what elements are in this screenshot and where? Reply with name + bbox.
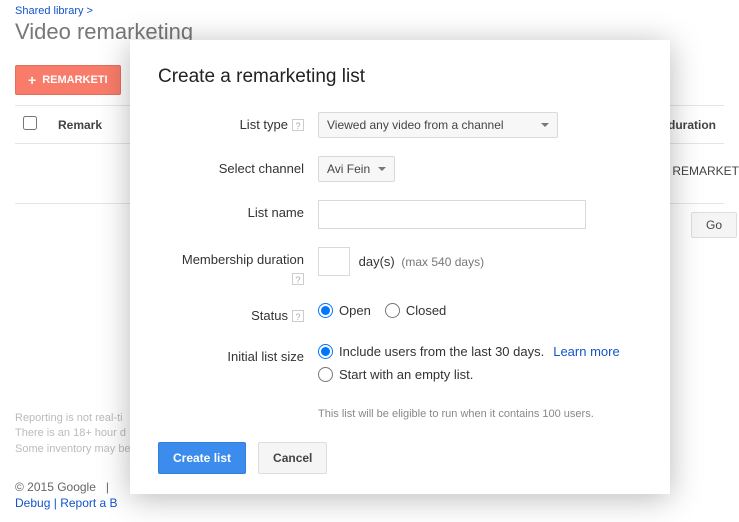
chevron-down-icon	[541, 123, 549, 127]
footer-disclaimer: Reporting is not real-ti There is an 18+…	[15, 411, 131, 457]
help-icon[interactable]: ?	[292, 273, 304, 285]
breadcrumb-link[interactable]: Shared library	[15, 5, 83, 17]
column-remarketing: Remark	[58, 118, 102, 132]
initial-empty-option[interactable]: Start with an empty list.	[318, 367, 642, 382]
modal-actions: Create list Cancel	[130, 442, 670, 474]
initial-empty-radio[interactable]	[318, 367, 333, 382]
select-all-checkbox[interactable]	[23, 116, 37, 130]
status-open-radio[interactable]	[318, 303, 333, 318]
footer-copyright-row: © 2015 Google |	[15, 480, 109, 494]
label-membership-duration: Membership duration ?	[158, 247, 318, 285]
footer-links: Debug | Report a B	[15, 496, 118, 510]
footer-sep: |	[106, 480, 109, 494]
row-status: Status ? Open Closed	[130, 297, 670, 338]
create-remarketing-list-modal: Create a remarketing list List type ? Vi…	[130, 40, 670, 494]
list-type-value: Viewed any video from a channel	[327, 118, 504, 132]
label-list-type: List type ?	[158, 112, 318, 132]
initial-include-label: Include users from the last 30 days.	[339, 344, 544, 359]
help-icon[interactable]: ?	[292, 310, 304, 322]
list-type-select[interactable]: Viewed any video from a channel	[318, 112, 558, 138]
label-list-name: List name	[158, 200, 318, 220]
row-select-channel: Select channel Avi Fein	[130, 150, 670, 194]
table-row-fragment: REMARKET	[672, 164, 739, 178]
footer-copyright: © 2015 Google	[15, 480, 96, 494]
initial-include-radio[interactable]	[318, 344, 333, 359]
label-initial-list-size: Initial list size	[158, 344, 318, 364]
create-list-button[interactable]: Create list	[158, 442, 246, 474]
label-list-name-text: List name	[248, 205, 304, 220]
label-initial-list-size-text: Initial list size	[227, 349, 304, 364]
learn-more-link[interactable]: Learn more	[553, 344, 619, 359]
footer-report-link[interactable]: Report a B	[60, 496, 117, 510]
status-open-label: Open	[339, 303, 371, 318]
breadcrumb: Shared library >	[0, 0, 739, 19]
breadcrumb-sep: >	[87, 5, 93, 17]
channel-select[interactable]: Avi Fein	[318, 156, 395, 182]
status-closed-radio[interactable]	[385, 303, 400, 318]
label-status-text: Status	[251, 308, 288, 323]
row-list-type: List type ? Viewed any video from a chan…	[130, 106, 670, 150]
label-select-channel: Select channel	[158, 156, 318, 176]
initial-empty-label: Start with an empty list.	[339, 367, 473, 382]
go-button[interactable]: Go	[691, 212, 737, 238]
footer-line-3: Some inventory may be	[15, 442, 131, 457]
duration-hint: (max 540 days)	[401, 255, 484, 269]
chevron-down-icon	[378, 167, 386, 171]
label-membership-duration-text: Membership duration	[182, 252, 304, 267]
footer-line-2: There is an 18+ hour d	[15, 426, 131, 441]
cancel-button[interactable]: Cancel	[258, 442, 327, 474]
channel-value: Avi Fein	[327, 162, 370, 176]
duration-input[interactable]	[318, 247, 350, 276]
label-select-channel-text: Select channel	[219, 161, 304, 176]
label-list-type-text: List type	[240, 117, 288, 132]
row-list-name: List name	[130, 194, 670, 241]
list-name-input[interactable]	[318, 200, 586, 229]
status-closed-option[interactable]: Closed	[385, 303, 446, 318]
status-closed-label: Closed	[406, 303, 446, 318]
footer-sep2: |	[54, 496, 57, 510]
eligibility-note: This list will be eligible to run when i…	[130, 408, 670, 420]
initial-include-option[interactable]: Include users from the last 30 days. Lea…	[318, 344, 642, 359]
label-status: Status ?	[158, 303, 318, 323]
row-membership-duration: Membership duration ? day(s) (max 540 da…	[130, 241, 670, 297]
footer-line-1: Reporting is not real-ti	[15, 411, 131, 426]
modal-title: Create a remarketing list	[130, 66, 670, 106]
footer-debug-link[interactable]: Debug	[15, 496, 50, 510]
row-initial-list-size: Initial list size Include users from the…	[130, 338, 670, 402]
help-icon[interactable]: ?	[292, 119, 304, 131]
duration-unit: day(s)	[359, 254, 395, 269]
status-open-option[interactable]: Open	[318, 303, 371, 318]
remarketing-button[interactable]: REMARKETI	[15, 65, 121, 95]
remarketing-button-label: REMARKETI	[42, 74, 107, 86]
